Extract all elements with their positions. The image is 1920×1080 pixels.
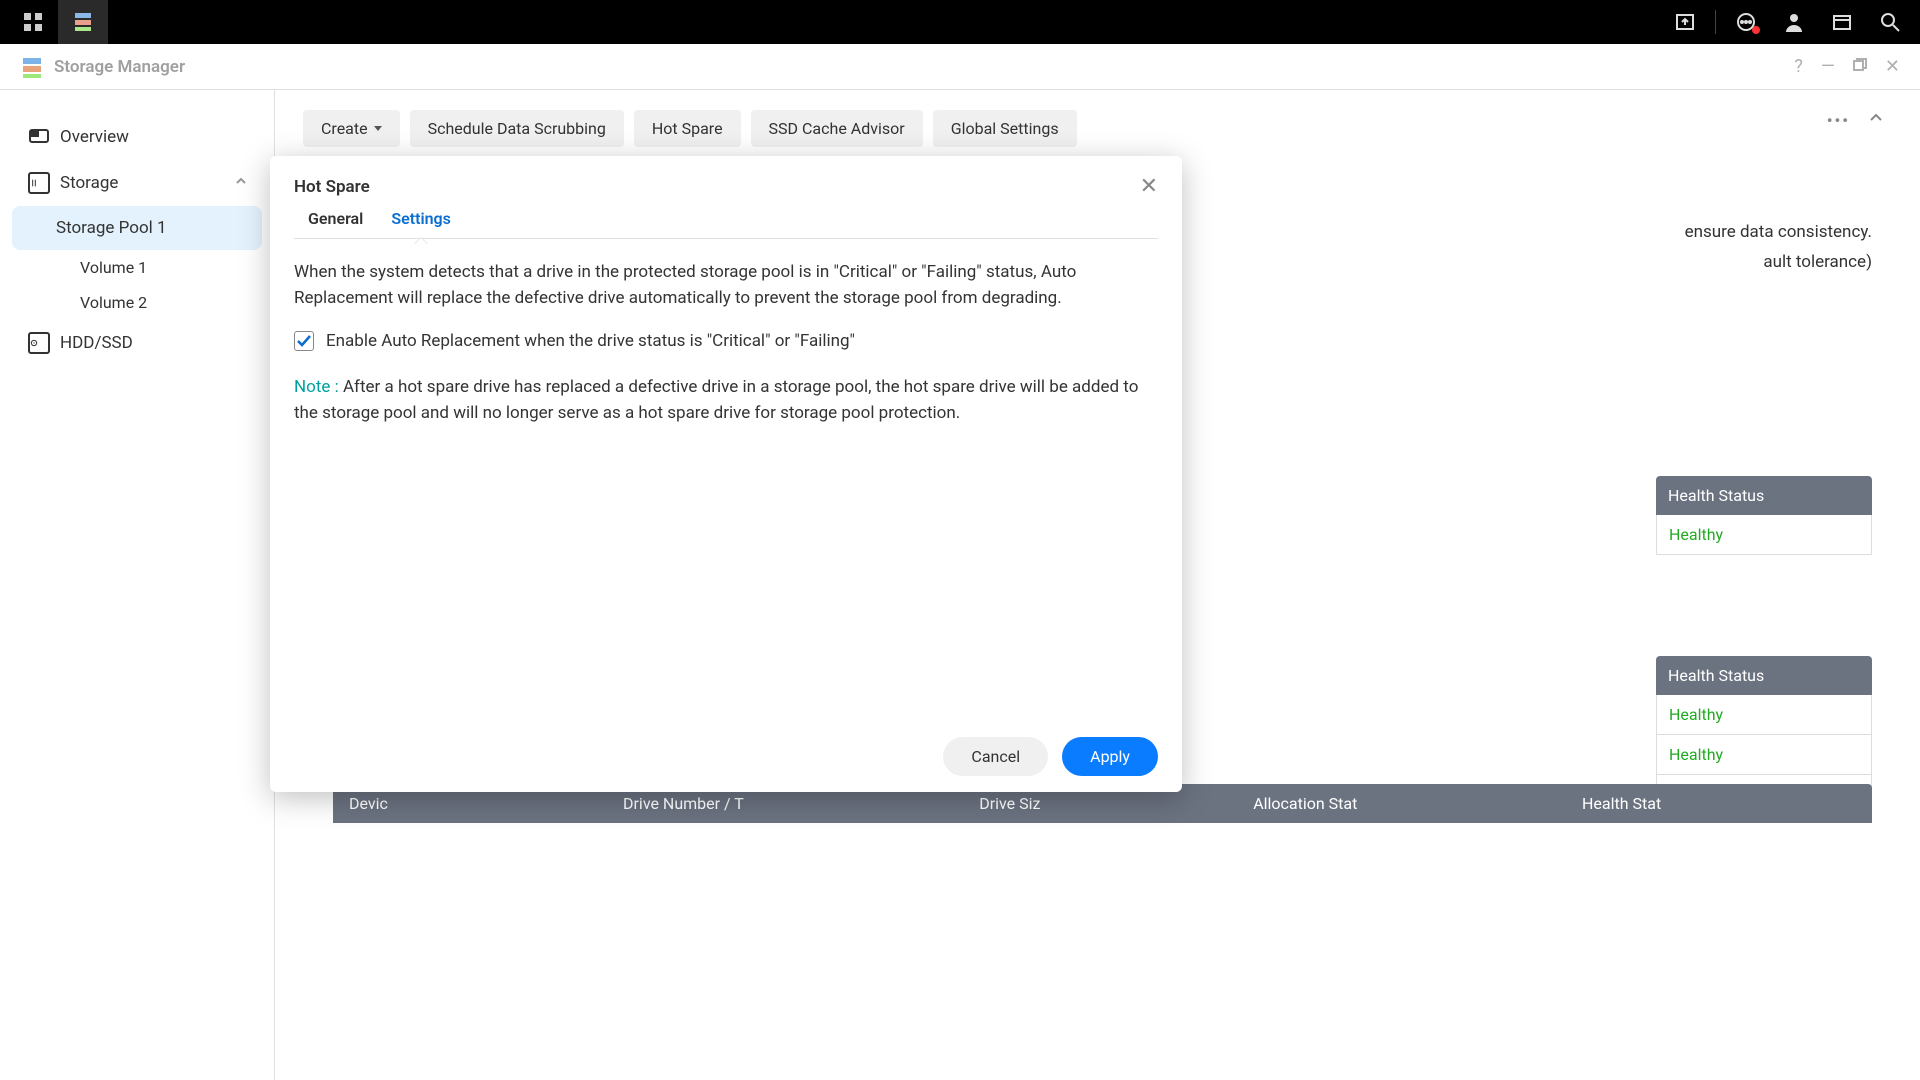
dialog-description: When the system detects that a drive in …: [294, 259, 1158, 312]
sidebar-item-volume1[interactable]: Volume 1: [0, 250, 274, 285]
table-row: Healthy: [1656, 515, 1872, 555]
more-icon[interactable]: •••: [1827, 111, 1850, 130]
sidebar: Overview Storage Storage Pool 1 Volume 1…: [0, 90, 275, 1080]
global-settings-button[interactable]: Global Settings: [933, 110, 1077, 147]
dialog-tabs: General Settings: [294, 199, 1158, 239]
sidebar-item-storage[interactable]: Storage: [0, 160, 274, 206]
close-icon[interactable]: ✕: [1885, 56, 1900, 77]
sidebar-label: Storage: [60, 173, 118, 193]
bg-line: ensure data consistency.: [1685, 220, 1872, 246]
sidebar-label: Storage Pool 1: [56, 218, 167, 238]
col: Allocation Stat: [1253, 794, 1582, 813]
sidebar-item-pool1[interactable]: Storage Pool 1: [12, 206, 262, 250]
upload-icon[interactable]: [1663, 0, 1707, 44]
sidebar-label: Volume 2: [80, 293, 147, 312]
chevron-up-icon: [234, 173, 258, 193]
table-header: Health Status: [1656, 656, 1872, 695]
bg-table-1: Health Status Healthy: [1656, 476, 1872, 555]
tab-general[interactable]: General: [294, 199, 377, 238]
note-text: After a hot spare drive has replaced a d…: [294, 377, 1138, 423]
topbar-right: [1663, 0, 1912, 44]
dashboard-icon[interactable]: [8, 0, 58, 44]
dialog-footer: Cancel Apply: [270, 721, 1182, 792]
create-button[interactable]: Create: [303, 110, 400, 147]
col: Health Stat: [1582, 794, 1856, 813]
hot-spare-button[interactable]: Hot Spare: [634, 110, 741, 147]
user-icon[interactable]: [1772, 0, 1816, 44]
app-icon: [20, 55, 44, 79]
ssd-cache-advisor-button[interactable]: SSD Cache Advisor: [751, 110, 923, 147]
disk-icon: [28, 332, 50, 354]
hot-spare-dialog: Hot Spare ✕ General Settings When the sy…: [270, 156, 1182, 792]
col: Drive Siz: [979, 794, 1253, 813]
table-row: Healthy: [1656, 695, 1872, 735]
note-paragraph: Note : After a hot spare drive has repla…: [294, 374, 1158, 427]
sidebar-label: HDD/SSD: [60, 333, 133, 353]
dialog-body: When the system detects that a drive in …: [270, 239, 1182, 721]
apply-button[interactable]: Apply: [1062, 737, 1158, 776]
chat-icon[interactable]: [1724, 0, 1768, 44]
checkbox-label: Enable Auto Replacement when the drive s…: [326, 328, 855, 354]
dialog-title: Hot Spare: [294, 177, 370, 197]
notification-dot: [1752, 26, 1760, 34]
help-icon[interactable]: ?: [1794, 56, 1803, 77]
col: Devic: [349, 794, 623, 813]
checkbox-row: Enable Auto Replacement when the drive s…: [294, 328, 1158, 354]
maximize-icon[interactable]: [1853, 56, 1867, 77]
system-topbar: [0, 0, 1920, 44]
window-title: Storage Manager: [54, 57, 185, 77]
panel-actions: •••: [1827, 110, 1884, 130]
storage-manager-taskbar-icon[interactable]: [58, 0, 108, 44]
enable-auto-replacement-checkbox[interactable]: [294, 331, 314, 351]
note-label: Note :: [294, 377, 343, 397]
cancel-button[interactable]: Cancel: [943, 737, 1048, 776]
dialog-header: Hot Spare ✕: [270, 156, 1182, 199]
sidebar-label: Overview: [60, 127, 129, 147]
chevron-down-icon: [374, 126, 382, 131]
sidebar-item-volume2[interactable]: Volume 2: [0, 285, 274, 320]
table-header: Health Status: [1656, 476, 1872, 515]
divider: [1715, 10, 1716, 34]
close-icon[interactable]: ✕: [1140, 174, 1158, 199]
widgets-icon[interactable]: [1820, 0, 1864, 44]
toolbar: Create Schedule Data Scrubbing Hot Spare…: [303, 110, 1892, 147]
sidebar-item-overview[interactable]: Overview: [0, 114, 274, 160]
sidebar-label: Volume 1: [80, 258, 147, 277]
schedule-scrubbing-button[interactable]: Schedule Data Scrubbing: [410, 110, 624, 147]
bg-line: ault tolerance): [1685, 250, 1872, 276]
search-icon[interactable]: [1868, 0, 1912, 44]
tab-settings[interactable]: Settings: [377, 199, 465, 238]
sidebar-item-hddssd[interactable]: HDD/SSD: [0, 320, 274, 366]
collapse-icon[interactable]: [1868, 110, 1884, 130]
col: Drive Number / T: [623, 794, 979, 813]
bg-text-fragment: ensure data consistency. ault tolerance): [1685, 220, 1872, 275]
topbar-left: [8, 0, 108, 44]
minimize-icon[interactable]: —: [1821, 56, 1835, 77]
window-controls: ? — ✕: [1794, 56, 1900, 77]
table-row: Healthy: [1656, 735, 1872, 775]
window-header: Storage Manager ? — ✕: [0, 44, 1920, 90]
storage-icon: [28, 172, 50, 194]
